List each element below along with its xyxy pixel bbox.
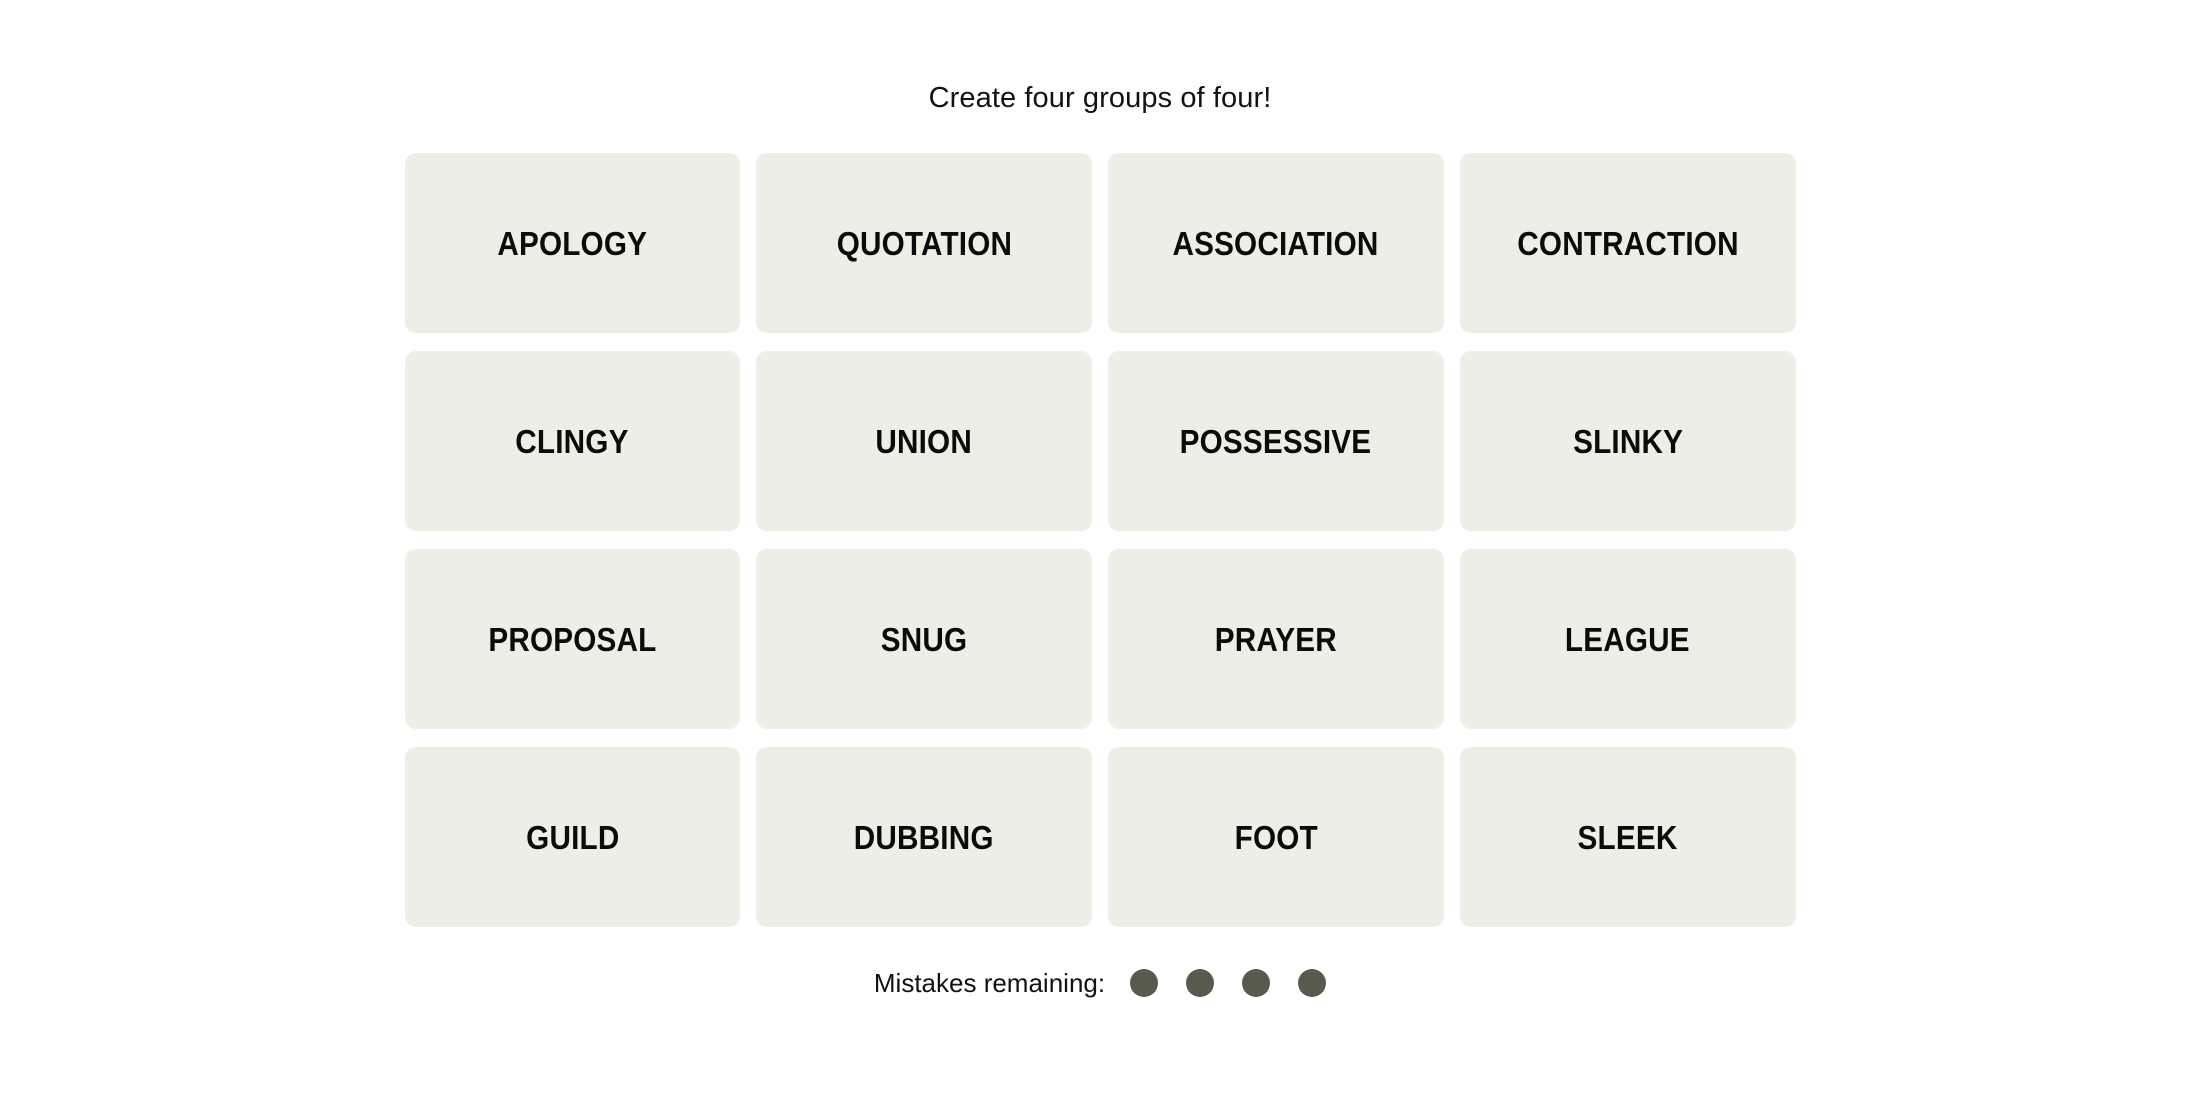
word-tile[interactable]: SNUG — [756, 549, 1092, 729]
word-tile-label: DUBBING — [854, 818, 995, 856]
page-title: Create four groups of four! — [928, 82, 1272, 114]
word-tile-label: CONTRACTION — [1516, 224, 1739, 262]
word-tile[interactable]: CONTRACTION — [1459, 153, 1796, 333]
word-tile-label: POSSESSIVE — [1180, 422, 1372, 460]
word-tile[interactable]: LEAGUE — [1459, 549, 1796, 729]
mistake-dot — [1242, 969, 1271, 997]
word-tile[interactable]: QUOTATION — [756, 153, 1092, 333]
word-grid: APOLOGY QUOTATION ASSOCIATION CONTRACTION CL… — [404, 153, 1796, 927]
word-tile[interactable]: APOLOGY — [404, 153, 741, 333]
word-tile-label: APOLOGY — [497, 224, 648, 262]
word-tile-label: PRAYER — [1214, 620, 1337, 658]
word-tile-label: ASSOCIATION — [1172, 224, 1379, 262]
mistakes-dot-group — [1130, 969, 1327, 997]
word-tile-label: UNION — [875, 422, 973, 460]
word-tile-label: SNUG — [880, 620, 968, 658]
word-tile[interactable]: GUILD — [404, 747, 741, 927]
word-tile[interactable]: SLEEK — [1459, 747, 1796, 927]
word-tile[interactable]: UNION — [756, 351, 1092, 531]
word-tile[interactable]: PRAYER — [1108, 549, 1444, 729]
game-page: Create four groups of four! APOLOGY QUOTA… — [0, 0, 2200, 1100]
mistake-dot — [1130, 969, 1159, 997]
word-tile-label: PROPOSAL — [488, 620, 657, 658]
word-tile[interactable]: DUBBING — [756, 747, 1092, 927]
mistakes-bar: Mistakes remaining: — [873, 968, 1327, 998]
word-tile-label: FOOT — [1234, 818, 1318, 856]
word-tile[interactable]: POSSESSIVE — [1108, 351, 1444, 531]
word-tile[interactable]: PROPOSAL — [404, 549, 741, 729]
word-tile-label: CLINGY — [515, 422, 630, 460]
mistakes-remaining-label: Mistakes remaining: — [873, 968, 1106, 998]
mistake-dot — [1298, 969, 1327, 997]
word-tile-label: QUOTATION — [836, 224, 1012, 262]
word-tile[interactable]: SLINKY — [1459, 351, 1796, 531]
word-tile[interactable]: ASSOCIATION — [1108, 153, 1444, 333]
word-tile-label: SLEEK — [1577, 818, 1678, 856]
mistake-dot — [1186, 969, 1215, 997]
word-tile-label: LEAGUE — [1565, 620, 1691, 658]
word-tile-label: SLINKY — [1572, 422, 1683, 460]
word-tile[interactable]: FOOT — [1108, 747, 1444, 927]
word-tile-label: GUILD — [525, 818, 620, 856]
word-tile[interactable]: CLINGY — [404, 351, 741, 531]
